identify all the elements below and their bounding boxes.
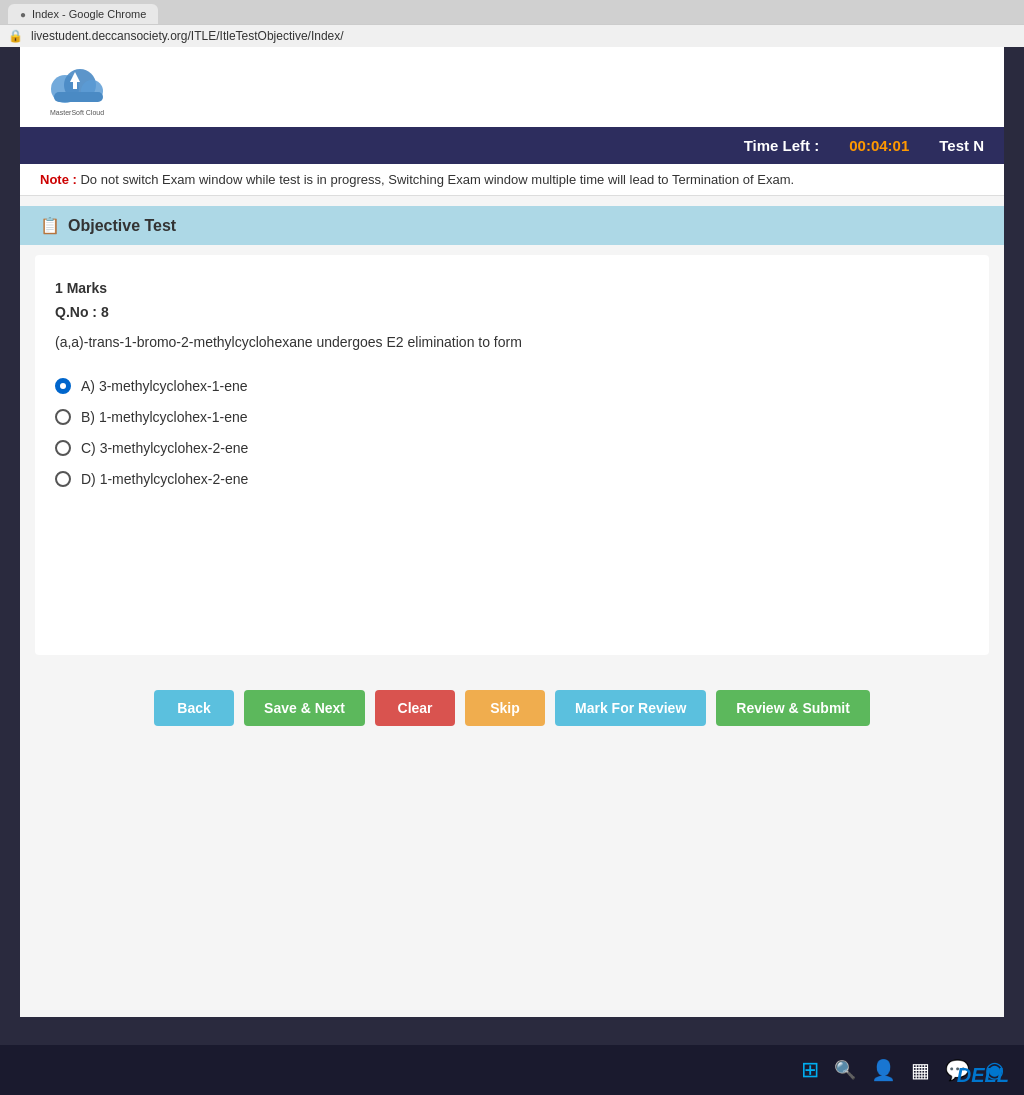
radio-a[interactable] — [55, 378, 71, 394]
taskbar-icon-2[interactable]: ▦ — [911, 1058, 930, 1082]
note-prefix: Note : — [40, 172, 77, 187]
save-next-button[interactable]: Save & Next — [244, 690, 365, 726]
radio-d[interactable] — [55, 471, 71, 487]
dell-logo: DELL — [957, 1064, 1009, 1087]
question-area: 1 Marks Q.No : 8 (a,a)-trans-1-bromo-2-m… — [35, 255, 989, 655]
search-taskbar-icon[interactable]: 🔍 — [834, 1059, 856, 1081]
lock-icon: 🔒 — [8, 29, 23, 43]
svg-rect-5 — [73, 81, 77, 89]
tab-icon: ● — [20, 9, 26, 20]
mark-review-button[interactable]: Mark For Review — [555, 690, 706, 726]
windows-start-icon[interactable]: ⊞ — [801, 1057, 819, 1083]
option-c-label: C) 3-methylcyclohex-2-ene — [81, 440, 248, 456]
option-c[interactable]: C) 3-methylcyclohex-2-ene — [55, 440, 969, 456]
review-submit-button[interactable]: Review & Submit — [716, 690, 870, 726]
option-b[interactable]: B) 1-methylcyclohex-1-ene — [55, 409, 969, 425]
option-d[interactable]: D) 1-methylcyclohex-2-ene — [55, 471, 969, 487]
buttons-row: Back Save & Next Clear Skip Mark For Rev… — [20, 665, 1004, 751]
url-text: livestudent.deccansociety.org/ITLE/ItleT… — [31, 29, 1016, 43]
time-left-label: Time Left : — [744, 137, 820, 154]
question-number: Q.No : 8 — [55, 304, 969, 320]
svg-rect-3 — [54, 92, 103, 102]
note-bar: Note : Do not switch Exam window while t… — [20, 164, 1004, 196]
timer-bar: Time Left : 00:04:01 Test N — [20, 127, 1004, 164]
timer-value: 00:04:01 — [849, 137, 909, 154]
options-list: A) 3-methylcyclohex-1-ene B) 1-methylcyc… — [55, 378, 969, 487]
clear-button[interactable]: Clear — [375, 690, 455, 726]
note-text: Do not switch Exam window while test is … — [80, 172, 794, 187]
section-title: Objective Test — [68, 217, 176, 235]
section-header: 📋 Objective Test — [20, 206, 1004, 245]
option-a[interactable]: A) 3-methylcyclohex-1-ene — [55, 378, 969, 394]
taskbar-icon-1[interactable]: 👤 — [871, 1058, 896, 1082]
radio-b[interactable] — [55, 409, 71, 425]
option-a-label: A) 3-methylcyclohex-1-ene — [81, 378, 248, 394]
browser-tab[interactable]: ● Index - Google Chrome — [8, 4, 158, 24]
svg-text:MasterSoft Cloud: MasterSoft Cloud — [50, 109, 104, 116]
question-text: (a,a)-trans-1-bromo-2-methylcyclohexane … — [55, 332, 969, 353]
radio-c[interactable] — [55, 440, 71, 456]
logo-svg: MasterSoft Cloud — [40, 57, 110, 117]
header-logo-area: MasterSoft Cloud — [20, 47, 1004, 127]
address-bar: 🔒 livestudent.deccansociety.org/ITLE/Itl… — [0, 24, 1024, 47]
test-label: Test N — [939, 137, 984, 154]
section-icon: 📋 — [40, 216, 60, 235]
marks-info: 1 Marks — [55, 280, 969, 296]
back-button[interactable]: Back — [154, 690, 234, 726]
option-d-label: D) 1-methylcyclohex-2-ene — [81, 471, 248, 487]
skip-button[interactable]: Skip — [465, 690, 545, 726]
option-b-label: B) 1-methylcyclohex-1-ene — [81, 409, 248, 425]
tab-title: Index - Google Chrome — [32, 8, 146, 20]
taskbar: ⊞ 🔍 👤 ▦ 💬 ◉ DELL — [0, 1045, 1024, 1095]
